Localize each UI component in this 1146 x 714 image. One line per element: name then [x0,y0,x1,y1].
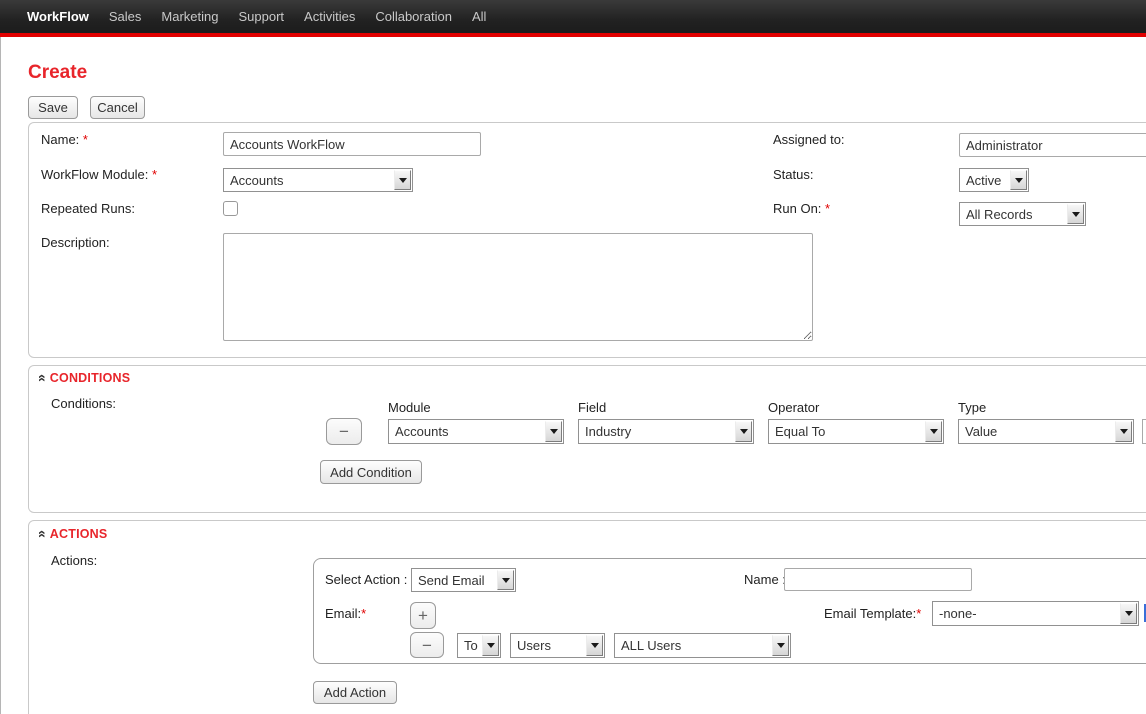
status-label: Status: [773,167,813,182]
actions-panel: « ACTIONS Actions: Select Action : Send … [28,520,1146,714]
repeated-runs-label: Repeated Runs: [41,201,135,216]
nav-item-marketing[interactable]: Marketing [161,9,218,24]
condition-module-label: Module [388,400,431,415]
required-asterisk: * [825,201,830,216]
remove-recipient-row-button[interactable]: − [410,632,444,658]
add-condition-button[interactable]: Add Condition [320,460,422,484]
send-email-action-card: Select Action : Send Email Name : Email:… [313,558,1146,664]
dropdown-arrow-icon [1120,603,1137,624]
dropdown-arrow-icon [394,170,411,190]
condition-operator-label: Operator [768,400,819,415]
nav-item-collaboration[interactable]: Collaboration [375,9,452,24]
status-select[interactable]: Active [959,168,1029,192]
conditions-section-header[interactable]: « CONDITIONS [39,371,130,385]
action-name-input[interactable] [784,568,972,591]
assigned-to-label: Assigned to: [773,132,845,147]
name-label: Name: * [41,132,88,147]
description-textarea[interactable] [223,233,813,341]
condition-value-input[interactable] [1142,419,1146,444]
description-label: Description: [41,235,110,250]
condition-module-select[interactable]: Accounts [388,419,564,444]
top-navbar: WorkFlow Sales Marketing Support Activit… [0,0,1146,33]
dropdown-arrow-icon [545,421,562,442]
dropdown-arrow-icon [772,635,789,656]
conditions-panel: « CONDITIONS Conditions: − Module Accoun… [28,365,1146,513]
actions-label: Actions: [51,553,97,568]
nav-item-all[interactable]: All [472,9,486,24]
add-recipient-row-button[interactable]: + [410,602,436,629]
nav-item-sales[interactable]: Sales [109,9,142,24]
required-asterisk: * [916,606,921,621]
page-title: Create [28,62,87,84]
workflow-name-input[interactable] [223,132,481,156]
repeated-runs-checkbox[interactable] [223,201,238,216]
conditions-label: Conditions: [51,396,116,411]
required-asterisk: * [83,132,88,147]
nav-item-activities[interactable]: Activities [304,9,355,24]
dropdown-arrow-icon [1115,421,1132,442]
collapse-chevron-icon: « [36,530,50,538]
dropdown-arrow-icon [1067,204,1084,224]
accent-strip [0,33,1146,37]
condition-field-label: Field [578,400,606,415]
select-action-select[interactable]: Send Email [411,568,516,592]
save-button[interactable]: Save [28,96,78,119]
run-on-label: Run On: * [773,201,830,216]
workflow-module-select[interactable]: Accounts [223,168,413,192]
workflow-module-label: WorkFlow Module: * [41,167,157,182]
action-name-label: Name : [744,572,786,587]
required-asterisk: * [361,606,366,621]
run-on-select[interactable]: All Records [959,202,1086,226]
condition-type-select[interactable]: Value [958,419,1134,444]
email-template-label: Email Template:* [824,606,921,621]
dropdown-arrow-icon [735,421,752,442]
dropdown-arrow-icon [497,570,514,590]
workflow-create-page: WorkFlow Sales Marketing Support Activit… [0,0,1146,714]
collapse-chevron-icon: « [36,374,50,382]
dropdown-arrow-icon [586,635,603,656]
email-template-select[interactable]: -none- [932,601,1139,626]
nav-item-workflow[interactable]: WorkFlow [27,9,89,24]
cancel-button[interactable]: Cancel [90,96,145,119]
required-asterisk: * [152,167,157,182]
remove-condition-button[interactable]: − [326,418,362,445]
nav-item-support[interactable]: Support [238,9,284,24]
recipient-value-select[interactable]: ALL Users [614,633,791,658]
add-action-button[interactable]: Add Action [313,681,397,704]
recipient-to-select[interactable]: To [457,633,501,658]
recipient-type-select[interactable]: Users [510,633,605,658]
dropdown-arrow-icon [1010,170,1027,190]
basic-info-panel: Name: * WorkFlow Module: * Accounts Repe… [28,122,1146,358]
condition-type-label: Type [958,400,986,415]
email-label: Email:* [325,606,366,621]
condition-operator-select[interactable]: Equal To [768,419,944,444]
dropdown-arrow-icon [925,421,942,442]
select-action-label: Select Action : [325,572,407,587]
actions-section-header[interactable]: « ACTIONS [39,527,107,541]
condition-field-select[interactable]: Industry [578,419,754,444]
dropdown-arrow-icon [482,635,499,656]
assigned-to-input[interactable] [959,133,1146,157]
page-left-border [0,37,1,714]
